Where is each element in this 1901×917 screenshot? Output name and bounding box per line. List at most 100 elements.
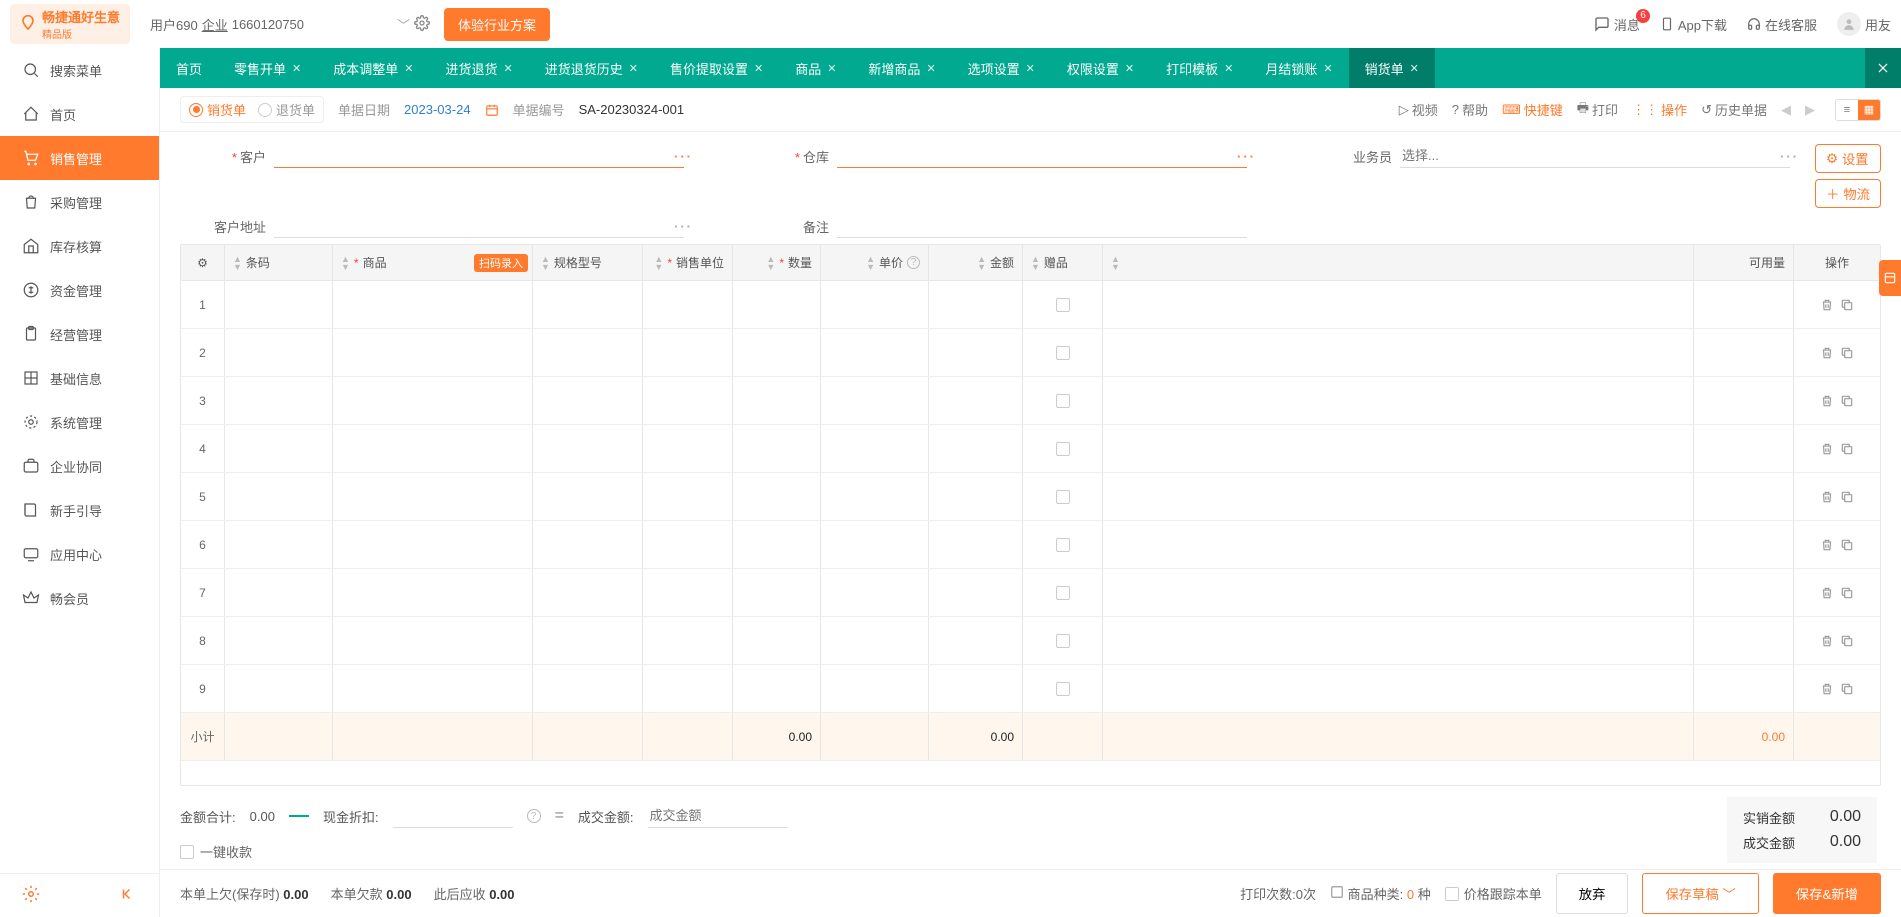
sidebar-item-0[interactable]: 搜索菜单 <box>0 48 159 92</box>
copy-row-icon[interactable] <box>1840 586 1854 600</box>
table-row[interactable]: 9 <box>181 665 1880 713</box>
discard-button[interactable]: 放弃 <box>1556 873 1629 914</box>
tab-3[interactable]: 进货退货✕ <box>429 48 528 88</box>
view-grid-button[interactable]: ▦ <box>1858 100 1880 120</box>
tab-close-icon[interactable]: ✕ <box>1410 62 1419 75</box>
sidebar-item-1[interactable]: 首页 <box>0 92 159 136</box>
warehouse-input[interactable] <box>837 144 1247 168</box>
gift-checkbox[interactable] <box>1056 298 1070 312</box>
table-row[interactable]: 1 <box>181 281 1880 329</box>
copy-row-icon[interactable] <box>1840 490 1854 504</box>
history-link[interactable]: ↺ 历史单据 <box>1701 100 1767 119</box>
tab-2[interactable]: 成本调整单✕ <box>317 48 429 88</box>
delete-row-icon[interactable] <box>1820 298 1834 312</box>
tenant-settings-icon[interactable] <box>410 11 434 38</box>
table-row[interactable]: 7 <box>181 569 1880 617</box>
next-doc-button[interactable]: ▶ <box>1805 102 1815 118</box>
calendar-icon[interactable] <box>485 103 499 117</box>
table-row[interactable]: 8 <box>181 617 1880 665</box>
tab-close-icon[interactable]: ✕ <box>404 62 413 75</box>
messages-button[interactable]: 消息 6 <box>1594 15 1640 34</box>
delete-row-icon[interactable] <box>1820 682 1834 696</box>
address-picker-icon[interactable]: ··· <box>674 219 693 234</box>
copy-row-icon[interactable] <box>1840 298 1854 312</box>
save-draft-button[interactable]: 保存草稿 ﹀ <box>1642 873 1758 914</box>
save-new-button[interactable]: 保存&新增 <box>1773 873 1881 914</box>
warehouse-picker-icon[interactable]: ··· <box>1237 149 1256 164</box>
deal-input[interactable] <box>648 804 788 828</box>
scan-input-tag[interactable]: 扫码录入 <box>474 254 528 272</box>
table-row[interactable]: 2 <box>181 329 1880 377</box>
video-link[interactable]: ▷ 视频 <box>1399 100 1438 119</box>
col-gift[interactable]: ▲▼赠品 <box>1023 245 1103 280</box>
sidebar-item-4[interactable]: 库存核算 <box>0 224 159 268</box>
col-unit[interactable]: ▲▼*销售单位 <box>643 245 733 280</box>
gift-checkbox[interactable] <box>1056 394 1070 408</box>
delete-row-icon[interactable] <box>1820 586 1834 600</box>
sidebar-item-11[interactable]: 应用中心 <box>0 532 159 576</box>
salesman-input[interactable] <box>1400 144 1790 168</box>
table-row[interactable]: 3 <box>181 377 1880 425</box>
tab-6[interactable]: 商品✕ <box>779 48 852 88</box>
table-row[interactable]: 6 <box>181 521 1880 569</box>
delete-row-icon[interactable] <box>1820 538 1834 552</box>
copy-row-icon[interactable] <box>1840 442 1854 456</box>
tab-close-icon[interactable]: ✕ <box>926 62 935 75</box>
radio-return[interactable]: 退货单 <box>258 100 315 119</box>
tab-0[interactable]: 首页 <box>160 48 218 88</box>
tab-close-icon[interactable]: ✕ <box>292 62 301 75</box>
sidebar-item-7[interactable]: 基础信息 <box>0 356 159 400</box>
tab-10[interactable]: 打印模板✕ <box>1150 48 1249 88</box>
tab-close-icon[interactable]: ✕ <box>754 62 763 75</box>
tab-9[interactable]: 权限设置✕ <box>1051 48 1150 88</box>
collapse-icon[interactable] <box>119 885 137 906</box>
copy-row-icon[interactable] <box>1840 394 1854 408</box>
delete-row-icon[interactable] <box>1820 442 1834 456</box>
prev-doc-button[interactable]: ◀ <box>1781 102 1791 118</box>
logistics-button[interactable]: ＋ 物流 <box>1815 179 1881 208</box>
tenant-selector[interactable]: 用户690企业1660120750 ﹀ <box>150 15 410 34</box>
customer-picker-icon[interactable]: ··· <box>674 149 693 164</box>
side-drawer-handle[interactable] <box>1879 260 1901 296</box>
sidebar-item-9[interactable]: 企业协同 <box>0 444 159 488</box>
tab-11[interactable]: 月结锁账✕ <box>1249 48 1348 88</box>
copy-row-icon[interactable] <box>1840 682 1854 696</box>
copy-row-icon[interactable] <box>1840 634 1854 648</box>
col-price[interactable]: ▲▼单价 ? <box>821 245 929 280</box>
col-barcode[interactable]: ▲▼条码 <box>225 245 333 280</box>
price-track-checkbox[interactable]: 价格跟踪本单 <box>1445 884 1542 903</box>
tab-close-icon[interactable]: ✕ <box>1224 62 1233 75</box>
gift-checkbox[interactable] <box>1056 490 1070 504</box>
oneclick-collect-checkbox[interactable]: 一键收款 <box>180 842 1881 861</box>
gift-checkbox[interactable] <box>1056 538 1070 552</box>
sidebar-item-8[interactable]: 系统管理 <box>0 400 159 444</box>
sidebar-item-2[interactable]: 销售管理 <box>0 136 159 180</box>
discount-input[interactable] <box>393 804 513 828</box>
remark-input[interactable] <box>837 214 1247 238</box>
tab-7[interactable]: 新增商品✕ <box>852 48 951 88</box>
shortcut-link[interactable]: ⌨ 快捷键 <box>1502 100 1563 119</box>
delete-row-icon[interactable] <box>1820 346 1834 360</box>
settings-button[interactable]: ⚙ 设置 <box>1815 144 1881 173</box>
settings-icon[interactable] <box>22 885 40 906</box>
app-download-button[interactable]: App下载 <box>1660 15 1727 34</box>
discount-help-icon[interactable]: ? <box>527 809 541 823</box>
delete-row-icon[interactable] <box>1820 490 1834 504</box>
address-input[interactable] <box>274 214 684 238</box>
tab-close-icon[interactable]: ✕ <box>629 62 638 75</box>
salesman-picker-icon[interactable]: ··· <box>1780 149 1799 164</box>
sidebar-item-12[interactable]: 畅会员 <box>0 576 159 620</box>
gift-checkbox[interactable] <box>1056 346 1070 360</box>
user-menu[interactable]: 用友 <box>1837 12 1891 36</box>
table-row[interactable]: 5 <box>181 473 1880 521</box>
tab-close-icon[interactable]: ✕ <box>1323 62 1332 75</box>
close-all-tabs-button[interactable] <box>1865 48 1901 88</box>
col-qty[interactable]: ▲▼*数量 <box>733 245 821 280</box>
gift-checkbox[interactable] <box>1056 442 1070 456</box>
tab-close-icon[interactable]: ✕ <box>504 62 513 75</box>
delete-row-icon[interactable] <box>1820 394 1834 408</box>
sidebar-item-6[interactable]: 经营管理 <box>0 312 159 356</box>
col-available[interactable]: 可用量 <box>1694 245 1794 280</box>
online-service-button[interactable]: 在线客服 <box>1747 15 1817 34</box>
sidebar-item-10[interactable]: 新手引导 <box>0 488 159 532</box>
